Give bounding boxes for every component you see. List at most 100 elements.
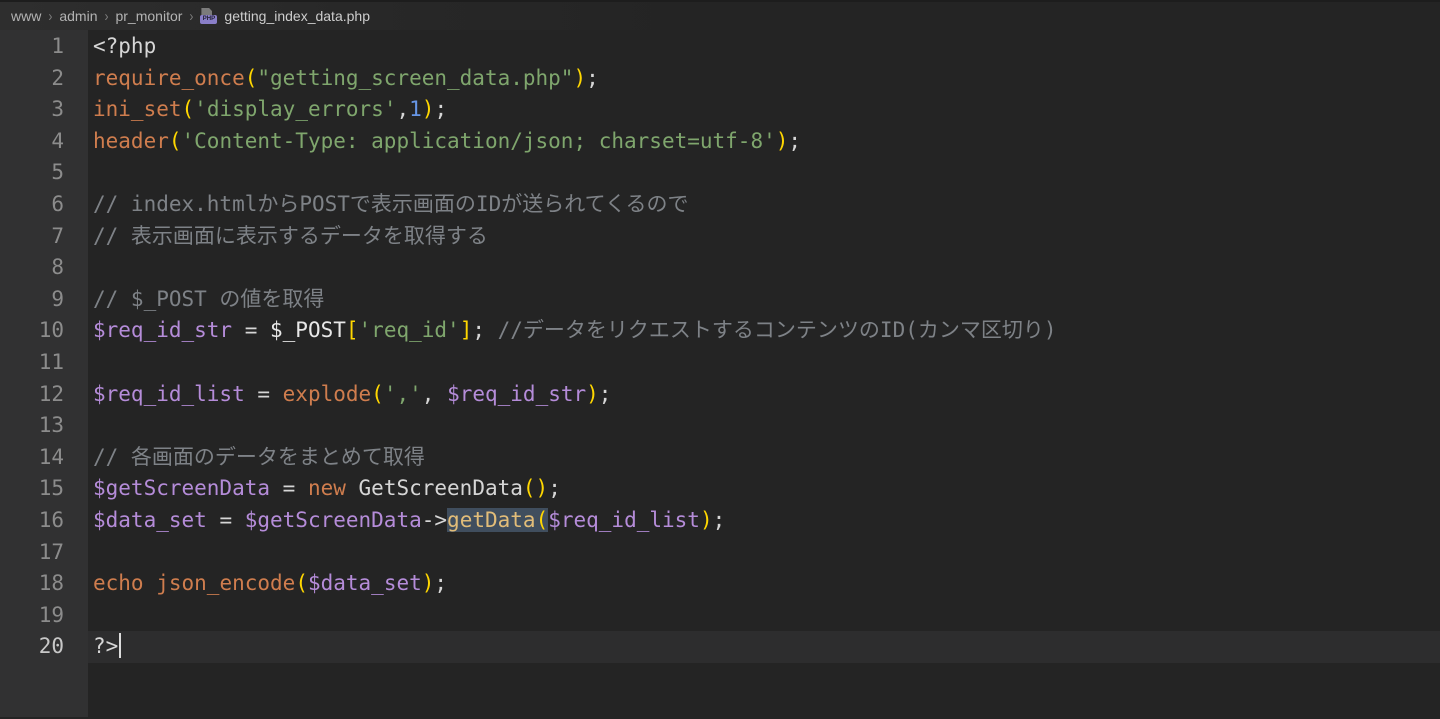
- code-line[interactable]: 7// 表示画面に表示するデータを取得する: [0, 221, 1440, 253]
- code-token: ',': [383, 381, 422, 406]
- code-line[interactable]: 6// index.htmlからPOSTで表示画面のIDが送られてくるので: [0, 189, 1440, 221]
- code-line[interactable]: 3 ini_set('display_errors',1);: [0, 94, 1440, 126]
- code-line-content[interactable]: // 各画面のデータをまとめて取得: [88, 442, 1440, 474]
- line-number[interactable]: 9: [0, 284, 88, 316]
- code-token: ): [421, 571, 435, 596]
- line-number[interactable]: 10: [0, 315, 88, 347]
- code-line[interactable]: 4 header('Content-Type: application/json;…: [0, 126, 1440, 158]
- code-line-content[interactable]: <?php: [88, 31, 1440, 63]
- code-token: header: [93, 128, 169, 153]
- line-number[interactable]: 3: [0, 94, 88, 126]
- line-number[interactable]: 20: [0, 631, 88, 663]
- code-line-content[interactable]: [88, 410, 1440, 442]
- code-token: $getScreenData: [93, 476, 271, 501]
- line-number[interactable]: 8: [0, 252, 88, 284]
- code-line[interactable]: 9// $_POST の値を取得: [0, 284, 1440, 316]
- code-token: (: [168, 128, 182, 153]
- line-number[interactable]: 18: [0, 568, 88, 600]
- code-line[interactable]: 17: [0, 537, 1440, 569]
- code-line-content[interactable]: [88, 537, 1440, 569]
- code-line[interactable]: 16 $data_set = $getScreenData->getData($r…: [0, 505, 1440, 537]
- code-line-content[interactable]: ?>: [88, 631, 1440, 663]
- code-line[interactable]: 2 require_once("getting_screen_data.php")…: [0, 63, 1440, 95]
- code-line-content[interactable]: // index.htmlからPOSTで表示画面のIDが送られてくるので: [88, 189, 1440, 221]
- code-token: "getting_screen_data.php": [257, 65, 574, 90]
- line-number[interactable]: 17: [0, 537, 88, 569]
- code-token: ->: [421, 507, 448, 532]
- code-token: ]: [459, 318, 473, 343]
- code-token: // 各画面のデータをまとめて取得: [93, 444, 425, 469]
- code-line[interactable]: 11: [0, 347, 1440, 379]
- code-token: =: [244, 381, 283, 406]
- line-number[interactable]: 12: [0, 379, 88, 411]
- code-token: =: [206, 507, 245, 532]
- code-token: new: [307, 476, 346, 501]
- code-line[interactable]: 5: [0, 157, 1440, 189]
- code-editor[interactable]: 1 <?php 2 require_once("getting_screen_data…: [0, 30, 1440, 717]
- code-line-content[interactable]: $getScreenData = new GetScreenData();: [88, 473, 1440, 505]
- line-number[interactable]: 19: [0, 600, 88, 632]
- code-token: (: [181, 97, 195, 122]
- code-token: GetScreenData: [345, 476, 523, 501]
- code-line-content[interactable]: [88, 252, 1440, 284]
- line-number[interactable]: 6: [0, 189, 88, 221]
- code-line-content[interactable]: echo json_encode($data_set);: [88, 568, 1440, 600]
- breadcrumb-item-www[interactable]: www: [11, 8, 41, 24]
- highlighted-occurrence: getData: [447, 507, 536, 532]
- line-number[interactable]: 5: [0, 157, 88, 189]
- line-number[interactable]: 7: [0, 221, 88, 253]
- code-line-content[interactable]: ini_set('display_errors',1);: [88, 94, 1440, 126]
- line-number[interactable]: 16: [0, 505, 88, 537]
- code-token: 'display_errors': [194, 97, 397, 122]
- code-line[interactable]: 18 echo json_encode($data_set);: [0, 568, 1440, 600]
- code-line-content[interactable]: [88, 600, 1440, 632]
- code-line[interactable]: 12 $req_id_list = explode(',', $req_id_st…: [0, 379, 1440, 411]
- code-token: (): [522, 476, 549, 501]
- code-token: ini_set: [93, 97, 182, 122]
- line-number[interactable]: 2: [0, 63, 88, 95]
- code-token: $req_id_list: [93, 381, 245, 406]
- code-token: ): [573, 65, 587, 90]
- code-line-content[interactable]: // 表示画面に表示するデータを取得する: [88, 221, 1440, 253]
- code-line-content[interactable]: [88, 347, 1440, 379]
- breadcrumb-file-name[interactable]: getting_index_data.php: [224, 8, 370, 24]
- code-line[interactable]: 8: [0, 252, 1440, 284]
- code-line[interactable]: 1 <?php: [0, 31, 1440, 63]
- code-line-content[interactable]: $data_set = $getScreenData->getData($req…: [88, 505, 1440, 537]
- code-token: ;: [598, 381, 612, 406]
- code-line-content[interactable]: $req_id_str = $_POST['req_id']; //データをリク…: [88, 315, 1440, 347]
- line-number[interactable]: 11: [0, 347, 88, 379]
- line-number[interactable]: 15: [0, 473, 88, 505]
- code-token: $getScreenData: [244, 507, 422, 532]
- code-line[interactable]: 10 $req_id_str = $_POST['req_id']; //データを…: [0, 315, 1440, 347]
- chevron-right-icon: ›: [104, 7, 109, 25]
- line-number[interactable]: 1: [0, 31, 88, 63]
- code-line[interactable]: 13: [0, 410, 1440, 442]
- code-line-content[interactable]: $req_id_list = explode(',', $req_id_str)…: [88, 379, 1440, 411]
- code-token: require_once: [93, 65, 245, 90]
- line-number[interactable]: 13: [0, 410, 88, 442]
- code-token: // index.htmlからPOSTで表示画面のIDが送られてくるので: [93, 191, 689, 216]
- code-line-content[interactable]: // $_POST の値を取得: [88, 284, 1440, 316]
- code-token: $_POST: [270, 318, 346, 343]
- code-line[interactable]: 19: [0, 600, 1440, 632]
- code-token: explode: [282, 381, 372, 406]
- breadcrumb-item-pr_monitor[interactable]: pr_monitor: [115, 8, 182, 24]
- code-line[interactable]: 20 ?>: [0, 631, 1440, 663]
- code-line-content[interactable]: [88, 157, 1440, 189]
- code-line-content[interactable]: header('Content-Type: application/json; …: [88, 126, 1440, 158]
- code-line[interactable]: 15 $getScreenData = new GetScreenData();: [0, 473, 1440, 505]
- code-token: 'Content-Type: application/json; charset…: [181, 128, 776, 153]
- code-token: ;: [712, 507, 726, 532]
- line-number[interactable]: 14: [0, 442, 88, 474]
- line-number[interactable]: 4: [0, 126, 88, 158]
- code-line-content[interactable]: require_once("getting_screen_data.php");: [88, 63, 1440, 95]
- code-token: (: [295, 571, 308, 596]
- code-token: ,: [396, 97, 410, 122]
- breadcrumb-item-admin[interactable]: admin: [59, 8, 97, 24]
- code-token: json_encode: [156, 571, 296, 596]
- code-token: ;: [586, 65, 599, 90]
- code-token: 1: [409, 97, 422, 122]
- code-line[interactable]: 14// 各画面のデータをまとめて取得: [0, 442, 1440, 474]
